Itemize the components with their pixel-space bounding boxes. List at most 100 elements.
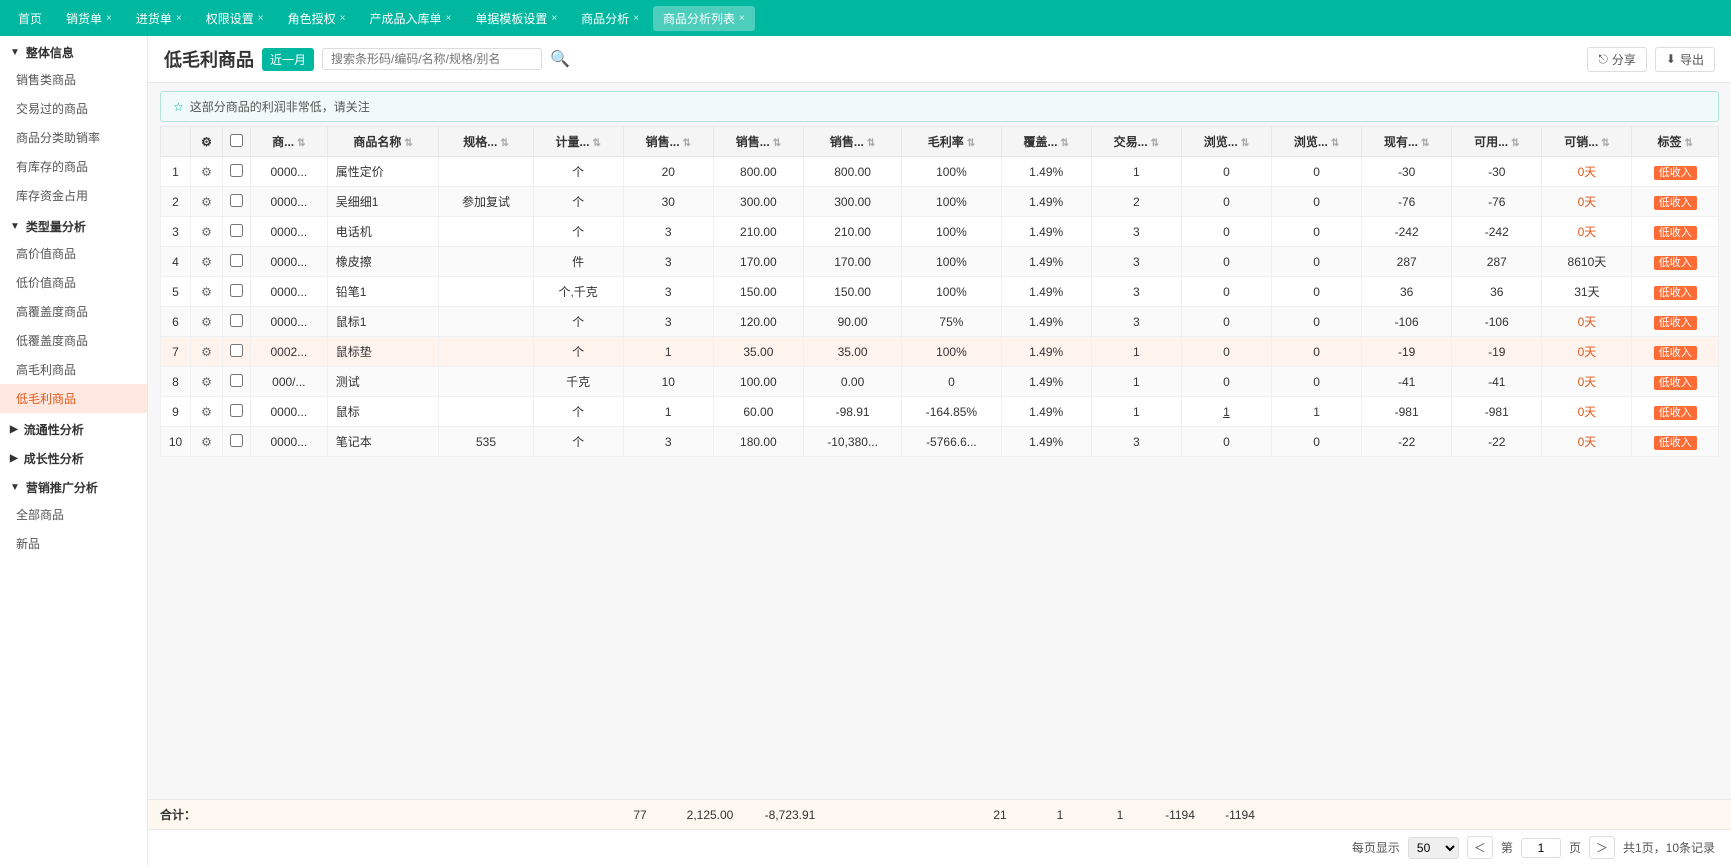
- col-sales-amount[interactable]: 销售...⇅: [803, 127, 901, 157]
- nav-close-sales[interactable]: ×: [106, 13, 112, 24]
- row-checkbox[interactable]: [230, 374, 243, 387]
- nav-close-product-in[interactable]: ×: [445, 13, 451, 24]
- sort-available-icon[interactable]: ⇅: [1511, 138, 1519, 149]
- cell-check[interactable]: [223, 217, 251, 247]
- page-size-select[interactable]: 50 100: [1408, 837, 1459, 859]
- cell-gear[interactable]: ⚙: [191, 247, 223, 277]
- nav-item-role[interactable]: 角色授权 ×: [278, 6, 356, 31]
- cell-gear[interactable]: ⚙: [191, 217, 223, 247]
- next-page-button[interactable]: ＞: [1589, 836, 1615, 859]
- nav-item-sales[interactable]: 销货单 ×: [56, 6, 122, 31]
- sidebar-item-all-goods[interactable]: 全部商品: [0, 500, 147, 529]
- col-sales-qty[interactable]: 销售...⇅: [623, 127, 713, 157]
- col-gross-rate[interactable]: 毛利率⇅: [902, 127, 1001, 157]
- col-spec[interactable]: 规格...⇅: [439, 127, 533, 157]
- nav-close-permission[interactable]: ×: [258, 13, 264, 24]
- row-checkbox[interactable]: [230, 164, 243, 177]
- row-checkbox[interactable]: [230, 314, 243, 327]
- col-sales-price[interactable]: 销售...⇅: [713, 127, 803, 157]
- cell-check[interactable]: [223, 367, 251, 397]
- search-input[interactable]: [322, 48, 542, 70]
- cell-check[interactable]: [223, 337, 251, 367]
- cell-browse1[interactable]: 1: [1181, 397, 1271, 427]
- gear-icon[interactable]: ⚙: [201, 135, 212, 149]
- search-button[interactable]: 🔍: [550, 49, 570, 69]
- row-checkbox[interactable]: [230, 254, 243, 267]
- sidebar-group-marketing[interactable]: ▼ 营销推广分析: [0, 471, 147, 500]
- row-checkbox[interactable]: [230, 284, 243, 297]
- sidebar-item-low-value[interactable]: 低价值商品: [0, 268, 147, 297]
- sort-gross-icon[interactable]: ⇅: [967, 138, 975, 149]
- cell-check[interactable]: [223, 397, 251, 427]
- col-available[interactable]: 可用...⇅: [1452, 127, 1542, 157]
- sidebar-item-traded-goods[interactable]: 交易过的商品: [0, 94, 147, 123]
- cell-gear[interactable]: ⚙: [191, 397, 223, 427]
- nav-item-template[interactable]: 单据模板设置 ×: [465, 6, 567, 31]
- share-button[interactable]: ⎋ 分享: [1587, 47, 1647, 72]
- cell-check[interactable]: [223, 307, 251, 337]
- sidebar-item-new-goods[interactable]: 新品: [0, 529, 147, 558]
- col-cover-rate[interactable]: 覆盖...⇅: [1001, 127, 1091, 157]
- sidebar-item-high-margin[interactable]: 高毛利商品: [0, 355, 147, 384]
- col-browse1[interactable]: 浏览...⇅: [1181, 127, 1271, 157]
- nav-close-role[interactable]: ×: [340, 13, 346, 24]
- sort-tag-icon[interactable]: ⇅: [1685, 138, 1693, 149]
- col-code[interactable]: 商...⇅: [251, 127, 328, 157]
- col-browse2[interactable]: 浏览...⇅: [1271, 127, 1361, 157]
- sort-sellable-icon[interactable]: ⇅: [1601, 138, 1609, 149]
- sort-trans-icon[interactable]: ⇅: [1151, 138, 1159, 149]
- sort-browse1-icon[interactable]: ⇅: [1241, 138, 1249, 149]
- col-current-stock[interactable]: 现有...⇅: [1362, 127, 1452, 157]
- sort-spec-icon[interactable]: ⇅: [500, 138, 508, 149]
- cell-check[interactable]: [223, 157, 251, 187]
- sort-name-icon[interactable]: ⇅: [404, 138, 412, 149]
- col-check[interactable]: [223, 127, 251, 157]
- period-button[interactable]: 近一月: [262, 48, 314, 71]
- prev-page-button[interactable]: ＜: [1467, 836, 1493, 859]
- sort-stock-icon[interactable]: ⇅: [1421, 138, 1429, 149]
- sidebar-item-high-value[interactable]: 高价值商品: [0, 239, 147, 268]
- col-trans[interactable]: 交易...⇅: [1091, 127, 1181, 157]
- nav-item-product-in[interactable]: 产成品入库单 ×: [359, 6, 461, 31]
- nav-close-purchase[interactable]: ×: [176, 13, 182, 24]
- sidebar-group-flow[interactable]: ▶ 流通性分析: [0, 413, 147, 442]
- sort-sales-qty-icon[interactable]: ⇅: [683, 138, 691, 149]
- row-checkbox[interactable]: [230, 404, 243, 417]
- cell-gear[interactable]: ⚙: [191, 157, 223, 187]
- cell-check[interactable]: [223, 427, 251, 457]
- sort-sales-amount-icon[interactable]: ⇅: [867, 138, 875, 149]
- col-name[interactable]: 商品名称⇅: [327, 127, 439, 157]
- nav-item-analysis[interactable]: 商品分析 ×: [571, 6, 649, 31]
- sort-cover-icon[interactable]: ⇅: [1060, 138, 1068, 149]
- sort-code-icon[interactable]: ⇅: [297, 138, 305, 149]
- cell-gear[interactable]: ⚙: [191, 307, 223, 337]
- cell-check[interactable]: [223, 247, 251, 277]
- cell-gear[interactable]: ⚙: [191, 367, 223, 397]
- nav-item-home[interactable]: 首页: [8, 6, 52, 31]
- nav-close-analysis-list[interactable]: ×: [739, 13, 745, 24]
- row-checkbox[interactable]: [230, 434, 243, 447]
- col-tag[interactable]: 标签⇅: [1632, 127, 1719, 157]
- row-checkbox[interactable]: [230, 194, 243, 207]
- sidebar-item-sales-goods[interactable]: 销售类商品: [0, 65, 147, 94]
- export-button[interactable]: ⬇ 导出: [1655, 47, 1715, 72]
- cell-check[interactable]: [223, 277, 251, 307]
- page-number-input[interactable]: [1521, 838, 1561, 858]
- row-checkbox[interactable]: [230, 224, 243, 237]
- sidebar-item-stock-goods[interactable]: 有库存的商品: [0, 152, 147, 181]
- nav-item-permission[interactable]: 权限设置 ×: [196, 6, 274, 31]
- cell-gear[interactable]: ⚙: [191, 187, 223, 217]
- cell-gear[interactable]: ⚙: [191, 277, 223, 307]
- sidebar-group-growth[interactable]: ▶ 成长性分析: [0, 442, 147, 471]
- sort-unit-icon[interactable]: ⇅: [592, 138, 600, 149]
- sidebar-item-stock-capital[interactable]: 库存资金占用: [0, 181, 147, 210]
- sidebar-item-category-rate[interactable]: 商品分类助销率: [0, 123, 147, 152]
- nav-close-template[interactable]: ×: [551, 13, 557, 24]
- row-checkbox[interactable]: [230, 344, 243, 357]
- nav-close-analysis[interactable]: ×: [633, 13, 639, 24]
- cell-gear[interactable]: ⚙: [191, 337, 223, 367]
- nav-item-analysis-list[interactable]: 商品分析列表 ×: [653, 6, 755, 31]
- sidebar-group-type[interactable]: ▼ 类型量分析: [0, 210, 147, 239]
- sidebar-item-low-coverage[interactable]: 低覆盖度商品: [0, 326, 147, 355]
- col-unit[interactable]: 计量...⇅: [533, 127, 623, 157]
